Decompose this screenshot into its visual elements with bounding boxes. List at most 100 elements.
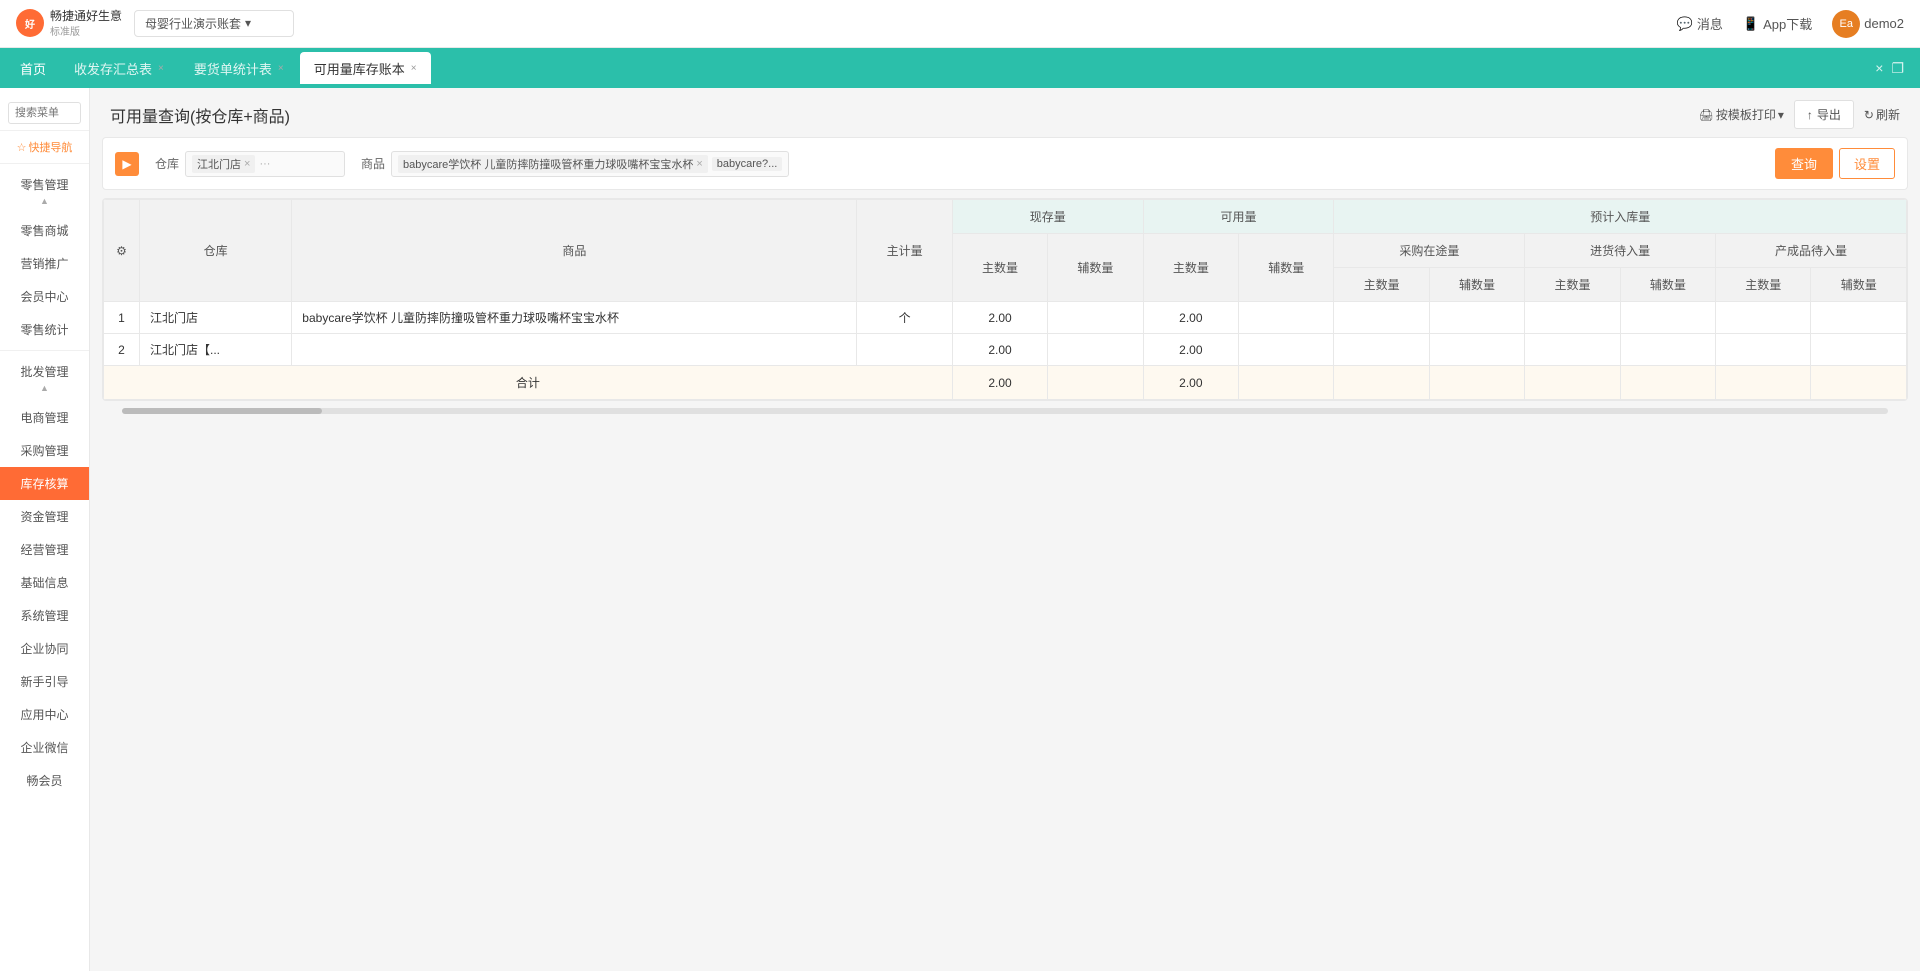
- table-row: 1 江北门店 babycare学饮杯 儿童防摔防撞吸管杯重力球吸嘴杯宝宝水杯 个…: [104, 302, 1907, 334]
- ecommerce-label: 电商管理: [20, 409, 68, 426]
- prod-aux-header: 辅数量: [1811, 268, 1907, 302]
- enterprise-label: 企业协同: [20, 640, 68, 657]
- sidebar-item-finance[interactable]: 资金管理: [0, 500, 89, 533]
- row-warehouse: 江北门店: [140, 302, 292, 334]
- export-label: 导出: [1817, 106, 1841, 123]
- sidebar-item-wechat[interactable]: 企业微信: [0, 731, 89, 764]
- print-btn[interactable]: 🖨 按模板打印 ▾: [1699, 106, 1784, 123]
- tab-order-stat[interactable]: 要货单统计表 ×: [180, 52, 298, 84]
- sidebar-item-member[interactable]: 会员中心: [0, 280, 89, 313]
- col-warehouse-header: 仓库: [140, 200, 292, 302]
- row-avail-main: 2.00: [1143, 334, 1238, 366]
- refresh-btn[interactable]: ↻ 刷新: [1864, 106, 1900, 123]
- message-label: 消息: [1697, 14, 1723, 33]
- app-download-btn[interactable]: 📱 App下载: [1743, 14, 1812, 33]
- tab-available-inventory[interactable]: 可用量库存账本 ×: [300, 52, 431, 84]
- footer-pur-aux: [1429, 366, 1524, 400]
- subgroup-purchase-transit: 采购在途量: [1334, 234, 1525, 268]
- sidebar-item-purchase[interactable]: 采购管理: [0, 434, 89, 467]
- product-tag-1: babycare学饮杯 儿童防摔防撞吸管杯重力球吸嘴杯宝宝水杯 ×: [398, 155, 708, 173]
- logo-area: 好 畅捷通好生意 标准版: [16, 9, 122, 38]
- sidebar-item-system[interactable]: 系统管理: [0, 599, 89, 632]
- tab-receive-close[interactable]: ×: [158, 63, 164, 74]
- product-input[interactable]: babycare学饮杯 儿童防摔防撞吸管杯重力球吸嘴杯宝宝水杯 × babyca…: [391, 151, 789, 177]
- tab-receive-label: 收发存汇总表: [74, 59, 152, 78]
- group-current-stock: 现存量: [952, 200, 1143, 234]
- tab-receive-summary[interactable]: 收发存汇总表 ×: [60, 52, 178, 84]
- footer-label: 合计: [104, 366, 953, 400]
- sidebar-item-newbie[interactable]: 新手引导: [0, 665, 89, 698]
- group-available: 可用量: [1143, 200, 1334, 234]
- search-input[interactable]: [8, 102, 81, 124]
- warehouse-input[interactable]: 江北门店 × ···: [185, 151, 345, 177]
- logo-text-block: 畅捷通好生意 标准版: [50, 9, 122, 38]
- ops-label: 经营管理: [20, 541, 68, 558]
- purchase-label: 采购管理: [20, 442, 68, 459]
- top-bar: 好 畅捷通好生意 标准版 母婴行业演示账套 ▾ 💬 消息 📱 App下载 Ea …: [0, 0, 1920, 48]
- sidebar-item-marketing[interactable]: 营销推广: [0, 247, 89, 280]
- export-icon: ↑: [1807, 108, 1813, 122]
- tab-available-close[interactable]: ×: [411, 63, 417, 74]
- row-avail-aux: [1239, 302, 1334, 334]
- sidebar-item-retail-stat[interactable]: 零售统计: [0, 313, 89, 346]
- industry-label: 母婴行业演示账套: [145, 15, 241, 32]
- table-footer-row: 合计 2.00 2.00: [104, 366, 1907, 400]
- export-btn[interactable]: ↑ 导出: [1794, 100, 1854, 129]
- row-current-main: 2.00: [952, 302, 1047, 334]
- message-btn[interactable]: 💬 消息: [1677, 14, 1723, 33]
- filter-expand-btn[interactable]: ▶: [115, 152, 139, 176]
- filter-more-dots: ···: [259, 158, 270, 170]
- refresh-icon: ↻: [1864, 108, 1874, 122]
- warehouse-label: 仓库: [155, 155, 179, 172]
- finance-label: 资金管理: [20, 508, 68, 525]
- footer-avail-aux: [1239, 366, 1334, 400]
- sidebar: ☆ 快捷导航 零售管理 ▲ 零售商城 营销推广 会员中心 零售统计 批发管理 ▲…: [0, 88, 90, 971]
- sidebar-item-app-center[interactable]: 应用中心: [0, 698, 89, 731]
- row-prod-main: [1716, 334, 1811, 366]
- sidebar-item-wholesale-mgmt[interactable]: 批发管理 ▲: [0, 355, 89, 401]
- sidebar-item-inventory[interactable]: 库存核算: [0, 467, 89, 500]
- footer-current-aux: [1048, 366, 1143, 400]
- warehouse-tag-close[interactable]: ×: [244, 158, 250, 170]
- sidebar-item-ecommerce[interactable]: 电商管理: [0, 401, 89, 434]
- pur-main-header: 主数量: [1334, 268, 1429, 302]
- industry-selector[interactable]: 母婴行业演示账套 ▾: [134, 10, 294, 37]
- tab-order-close[interactable]: ×: [278, 63, 284, 74]
- sidebar-item-retail-mgmt[interactable]: 零售管理 ▲: [0, 168, 89, 214]
- sidebar-item-vip[interactable]: 畅会员: [0, 764, 89, 797]
- tab-home[interactable]: 首页: [8, 52, 58, 84]
- scrollbar-thumb[interactable]: [122, 408, 322, 414]
- system-label: 系统管理: [20, 607, 68, 624]
- arrow-icon: ▲: [40, 196, 49, 206]
- sidebar-item-enterprise[interactable]: 企业协同: [0, 632, 89, 665]
- product-tag-2-text: babycare?...: [717, 158, 778, 170]
- footer-in-main: [1525, 366, 1620, 400]
- quick-nav-btn[interactable]: ☆ 快捷导航: [0, 135, 89, 159]
- wholesale-mgmt-label: 批发管理: [20, 363, 68, 380]
- window-restore-btn[interactable]: ❐: [1891, 60, 1904, 77]
- product-tag-2: babycare?...: [712, 157, 783, 171]
- sidebar-item-retail-shop[interactable]: 零售商城: [0, 214, 89, 247]
- content-area: 可用量查询(按仓库+商品) 🖨 按模板打印 ▾ ↑ 导出 ↻ 刷新: [90, 88, 1920, 971]
- sidebar-item-basic[interactable]: 基础信息: [0, 566, 89, 599]
- sidebar-divider-1: [0, 163, 89, 164]
- window-close-btn[interactable]: ×: [1875, 60, 1883, 77]
- sidebar-item-ops[interactable]: 经营管理: [0, 533, 89, 566]
- sidebar-divider-2: [0, 350, 89, 351]
- row-num: 2: [104, 334, 140, 366]
- product-tag-1-close[interactable]: ×: [696, 158, 702, 170]
- tab-order-label: 要货单统计表: [194, 59, 272, 78]
- scrollbar-track[interactable]: [122, 408, 1888, 414]
- row-current-main: 2.00: [952, 334, 1047, 366]
- user-profile-btn[interactable]: Ea demo2: [1832, 10, 1904, 38]
- setting-btn[interactable]: 设置: [1839, 148, 1895, 179]
- tab-available-label: 可用量库存账本: [314, 59, 405, 78]
- row-product: babycare学饮杯 儿童防摔防撞吸管杯重力球吸嘴杯宝宝水杯: [292, 302, 857, 334]
- query-btn[interactable]: 查询: [1775, 148, 1833, 179]
- row-avail-main: 2.00: [1143, 302, 1238, 334]
- row-num: 1: [104, 302, 140, 334]
- col-settings[interactable]: ⚙: [104, 200, 140, 302]
- nav-tabs: 首页 收发存汇总表 × 要货单统计表 × 可用量库存账本 × × ❐: [0, 48, 1920, 88]
- print-label: 按模板打印: [1716, 106, 1776, 123]
- row-in-aux: [1620, 334, 1715, 366]
